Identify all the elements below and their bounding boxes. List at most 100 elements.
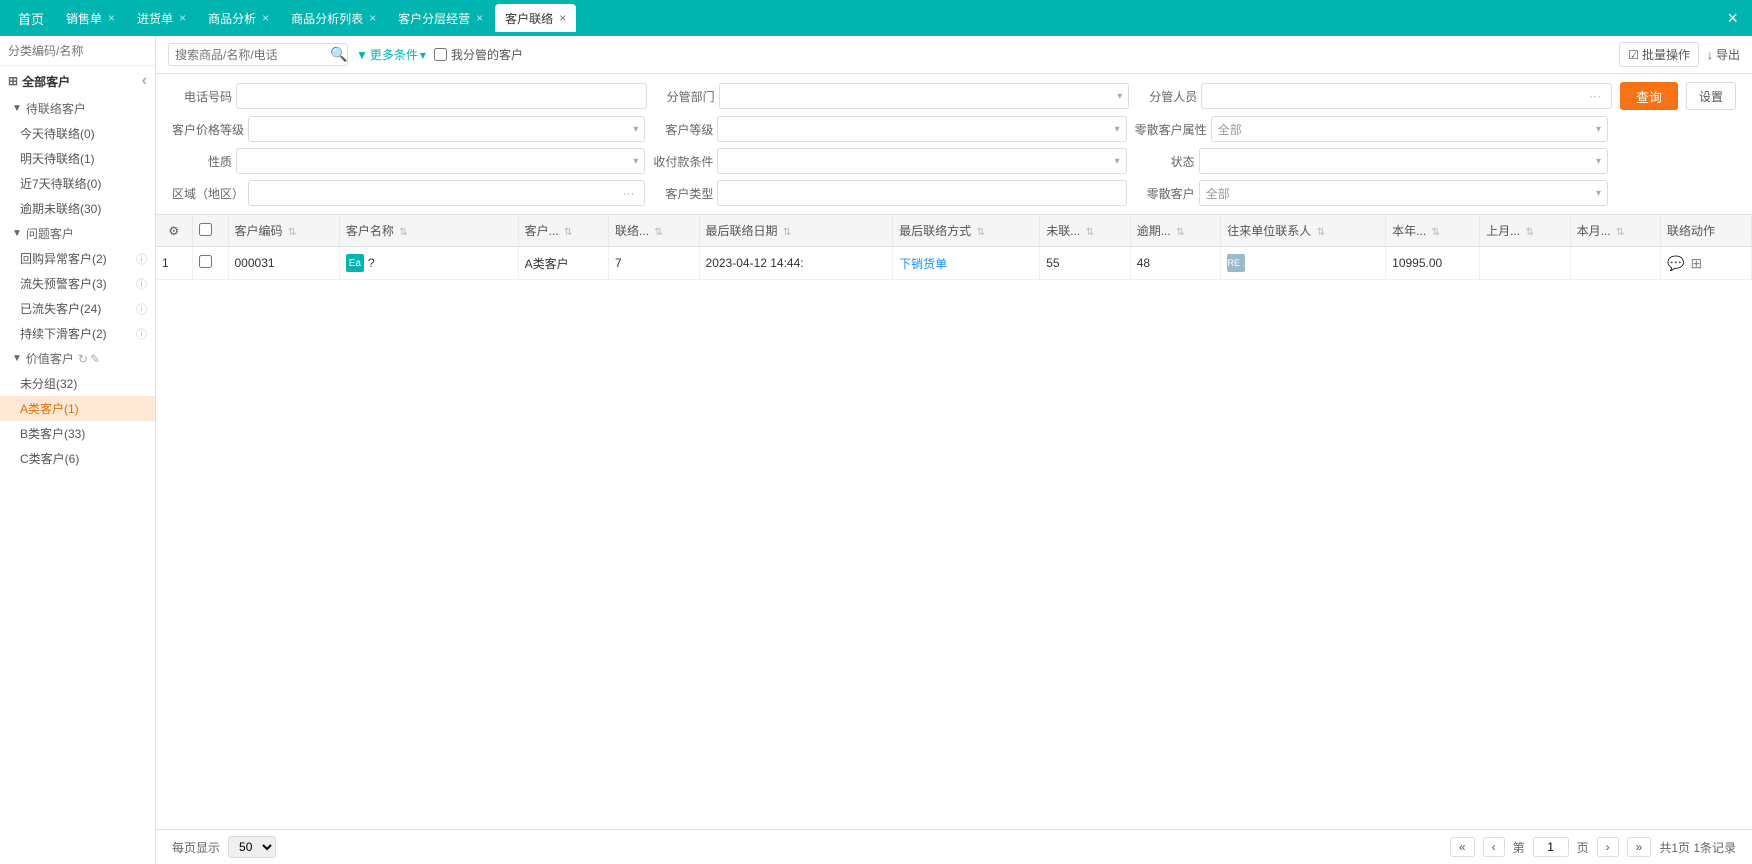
sidebar-item-churn-warn[interactable]: 流失预警客户(3) ⓘ: [0, 271, 155, 296]
main-search-input[interactable]: [175, 48, 330, 62]
cell-last-method[interactable]: 下销货单: [893, 247, 1040, 280]
page-number-input[interactable]: [1533, 837, 1569, 857]
customer-level-select[interactable]: ▾: [717, 116, 1126, 142]
col-this-year[interactable]: 本年... ⇅: [1386, 215, 1480, 247]
window-close-button[interactable]: ×: [1721, 8, 1744, 29]
person-select[interactable]: ···: [1201, 83, 1612, 109]
cell-unit-contacts: RE .: [1221, 247, 1386, 280]
sidebar-item-overdue[interactable]: 逾期未联络(30): [0, 196, 155, 221]
sort-code-icon: ⇅: [288, 227, 296, 238]
col-customer-type[interactable]: 客户... ⇅: [518, 215, 608, 247]
cell-checkbox[interactable]: [192, 247, 228, 280]
sidebar-group-pending[interactable]: ▼ 待联络客户: [0, 96, 155, 121]
table-header-row: ⚙ 客户编码 ⇅ 客户名称 ⇅: [156, 215, 1752, 247]
retail-customer-label: 零散客户: [1135, 185, 1195, 202]
refresh-icon[interactable]: ↻: [78, 352, 88, 366]
page-size-select[interactable]: 50: [228, 836, 276, 858]
nav-tab-analysis-list[interactable]: 商品分析列表 ×: [281, 4, 386, 32]
sidebar-item-lost[interactable]: 已流失客户(24) ⓘ: [0, 296, 155, 321]
close-contact-tab-icon[interactable]: ×: [559, 11, 566, 25]
nav-tab-sales[interactable]: 销售单 ×: [56, 4, 125, 32]
close-segment-tab-icon[interactable]: ×: [476, 11, 483, 25]
region-dots-icon[interactable]: ···: [618, 186, 638, 200]
region-select[interactable]: ···: [248, 180, 645, 206]
sidebar-all-customers[interactable]: ⊞ 全部客户 ‹: [0, 66, 155, 96]
close-analysis-tab-icon[interactable]: ×: [262, 11, 269, 25]
query-button[interactable]: 查询: [1620, 82, 1678, 110]
price-level-select[interactable]: ▾: [248, 116, 645, 142]
col-gear[interactable]: ⚙: [156, 215, 192, 247]
col-this-month[interactable]: 本月... ⇅: [1570, 215, 1660, 247]
adv-filter-row-2: 客户价格等级 ▾ 客户等级 ▾ 零散客户属性 全部: [172, 116, 1736, 142]
next-page-button[interactable]: ›: [1597, 837, 1619, 857]
col-checkbox[interactable]: [192, 215, 228, 247]
main-search-icon[interactable]: 🔍: [330, 46, 347, 63]
last-page-button[interactable]: »: [1627, 837, 1652, 857]
filter-field-region: 区域（地区） ···: [172, 180, 645, 206]
triangle-down-icon3: ▼: [12, 353, 22, 364]
last-method-link[interactable]: 下销货单: [899, 257, 947, 271]
sidebar-search-box[interactable]: 🔍: [0, 36, 155, 66]
sidebar-item-classA[interactable]: A类客户(1): [0, 396, 155, 421]
col-last-month[interactable]: 上月... ⇅: [1480, 215, 1570, 247]
qr-action-icon[interactable]: ⊞: [1690, 255, 1702, 272]
payment-select[interactable]: ▾: [717, 148, 1126, 174]
region-label: 区域（地区）: [172, 185, 244, 202]
retail-customer-select[interactable]: 全部 ▾: [1199, 180, 1608, 206]
sidebar-item-repurchase[interactable]: 回购异常客户(2) ⓘ: [0, 246, 155, 271]
customer-type-select[interactable]: [717, 180, 1126, 206]
col-action[interactable]: 联络动作: [1661, 215, 1752, 247]
col-unit-contacts[interactable]: 往来单位联系人 ⇅: [1221, 215, 1386, 247]
sidebar-collapse-icon[interactable]: ‹: [142, 72, 147, 90]
sidebar-item-classB[interactable]: B类客户(33): [0, 421, 155, 446]
status-select[interactable]: ▾: [1199, 148, 1608, 174]
close-analysis-list-tab-icon[interactable]: ×: [369, 11, 376, 25]
sidebar-item-tomorrow[interactable]: 明天待联络(1): [0, 146, 155, 171]
close-purchase-tab-icon[interactable]: ×: [179, 11, 186, 25]
person-label: 分管人员: [1137, 88, 1197, 105]
col-no-contact[interactable]: 未联... ⇅: [1040, 215, 1130, 247]
nav-tab-analysis[interactable]: 商品分析 ×: [198, 4, 279, 32]
my-customers-checkbox-group[interactable]: 我分管的客户: [434, 46, 523, 63]
nav-tab-customer-contact[interactable]: 客户联络 ×: [495, 4, 576, 32]
settings-button[interactable]: 设置: [1686, 82, 1736, 110]
total-records-label: 共1页 1条记录: [1659, 839, 1736, 856]
main-search-box[interactable]: 🔍: [168, 43, 348, 66]
col-last-method[interactable]: 最后联络方式 ⇅: [893, 215, 1040, 247]
col-contact-count[interactable]: 联络... ⇅: [609, 215, 699, 247]
export-button[interactable]: ↓ 导出: [1707, 46, 1740, 63]
my-customers-checkbox[interactable]: [434, 48, 447, 61]
retail-attr-select[interactable]: 全部 ▾: [1211, 116, 1608, 142]
person-dots-icon[interactable]: ···: [1585, 89, 1605, 103]
sidebar-search-input[interactable]: [8, 44, 156, 58]
more-filter-button[interactable]: ▼ 更多条件 ▾: [356, 46, 426, 63]
message-action-icon[interactable]: 💬: [1667, 255, 1684, 272]
sidebar-group-value[interactable]: ▼ 价值客户 ↻ ✎: [0, 346, 155, 371]
sidebar-item-classC[interactable]: C类客户(6): [0, 446, 155, 471]
edit-value-icon[interactable]: ✎: [90, 352, 100, 366]
close-sales-tab-icon[interactable]: ×: [108, 11, 115, 25]
sort-method-icon: ⇅: [977, 227, 985, 238]
col-name[interactable]: 客户名称 ⇅: [339, 215, 518, 247]
sidebar-item-near7[interactable]: 近7天待联络(0): [0, 171, 155, 196]
nature-select[interactable]: ▾: [236, 148, 645, 174]
select-all-checkbox[interactable]: [199, 223, 212, 236]
sidebar-group-problem[interactable]: ▼ 问题客户: [0, 221, 155, 246]
prev-page-button[interactable]: ‹: [1483, 837, 1505, 857]
col-overdue[interactable]: 逾期... ⇅: [1130, 215, 1220, 247]
phone-input[interactable]: [236, 83, 647, 109]
col-code[interactable]: 客户编码 ⇅: [228, 215, 339, 247]
sidebar-item-continue-decline[interactable]: 持续下滑客户(2) ⓘ: [0, 321, 155, 346]
sort-tmonth-icon: ⇅: [1616, 227, 1624, 238]
col-last-date[interactable]: 最后联络日期 ⇅: [699, 215, 893, 247]
first-page-button[interactable]: «: [1450, 837, 1475, 857]
sidebar-item-today[interactable]: 今天待联络(0): [0, 121, 155, 146]
nav-tab-purchase[interactable]: 进货单 ×: [127, 4, 196, 32]
nav-home[interactable]: 首页: [8, 4, 54, 32]
table-row: 1 000031 Ea ? A类客户 7 20: [156, 247, 1752, 280]
dept-select[interactable]: ▾: [719, 83, 1130, 109]
nav-tab-customer-segment[interactable]: 客户分层经营 ×: [388, 4, 493, 32]
batch-operation-button[interactable]: ☑ 批量操作: [1619, 42, 1699, 67]
sidebar-item-ungroup[interactable]: 未分组(32): [0, 371, 155, 396]
row-checkbox[interactable]: [199, 255, 212, 268]
